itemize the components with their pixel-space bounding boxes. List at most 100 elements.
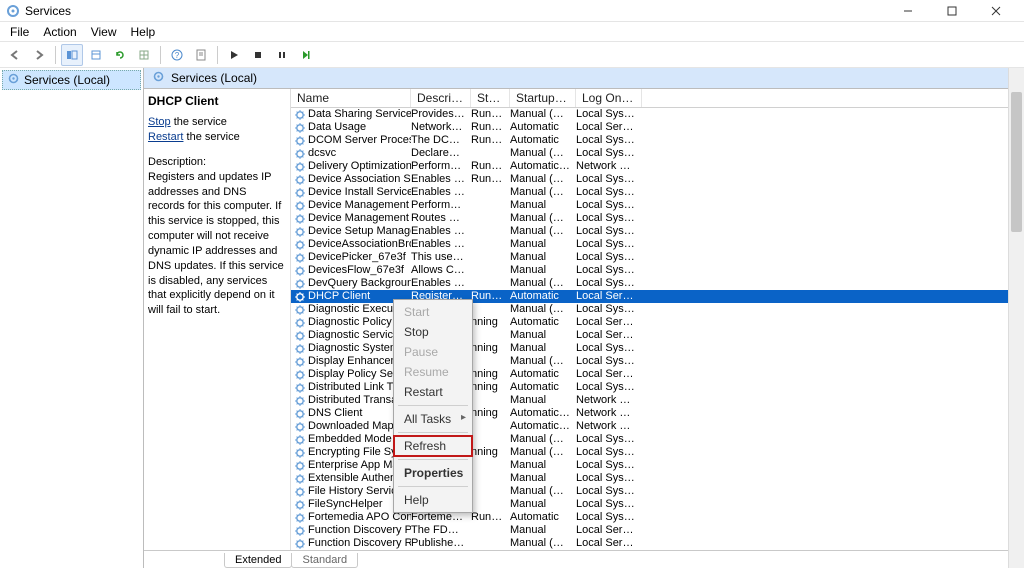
service-description: Enables a co... — [411, 186, 471, 199]
refresh-button[interactable] — [109, 44, 131, 66]
vertical-scrollbar[interactable] — [1008, 68, 1024, 568]
tab-standard[interactable]: Standard — [291, 553, 358, 568]
service-row[interactable]: Device Install ServiceEnables a co...Man… — [291, 186, 1024, 199]
service-name: Device Management Wireles... — [308, 212, 411, 225]
service-status — [471, 186, 510, 199]
stop-service-button[interactable] — [247, 44, 269, 66]
service-name: Delivery Optimization — [308, 160, 411, 173]
service-log-on-as: Local System — [576, 511, 642, 524]
service-gear-icon — [293, 355, 306, 368]
service-status: nning — [471, 446, 510, 459]
cm-refresh[interactable]: Refresh — [394, 436, 472, 456]
service-row[interactable]: Device Management Enroll...Performs De..… — [291, 199, 1024, 212]
service-row[interactable]: dcsvcDeclared Co...Manual (Trigg...Local… — [291, 147, 1024, 160]
service-status: nning — [471, 381, 510, 394]
service-startup-type: Manual — [510, 342, 576, 355]
service-log-on-as: Local System — [576, 212, 642, 225]
col-startup-type[interactable]: Startup Type — [510, 89, 576, 107]
service-gear-icon — [293, 212, 306, 225]
restart-service-link[interactable]: Restart — [148, 131, 183, 143]
service-status — [471, 394, 510, 407]
service-name: FileSyncHelper — [308, 498, 383, 511]
service-row[interactable]: Function Discovery Provider ...The FDPHO… — [291, 524, 1024, 537]
service-gear-icon — [293, 368, 306, 381]
col-log-on-as[interactable]: Log On As — [576, 89, 642, 107]
service-name: Data Usage — [308, 121, 366, 134]
service-status: Running — [471, 108, 510, 121]
menu-view[interactable]: View — [85, 23, 123, 41]
service-description: Allows Conn... — [411, 264, 471, 277]
service-row[interactable]: Delivery OptimizationPerforms co...Runni… — [291, 160, 1024, 173]
export-list-button[interactable] — [85, 44, 107, 66]
pane-header-icon — [152, 70, 165, 86]
service-row[interactable]: DevQuery Background Disc...Enables app..… — [291, 277, 1024, 290]
menu-help[interactable]: Help — [125, 23, 162, 41]
service-row[interactable]: Data Sharing ServiceProvides dat...Runni… — [291, 108, 1024, 121]
properties-button[interactable] — [190, 44, 212, 66]
service-row[interactable]: Device Setup ManagerEnables the ...Manua… — [291, 225, 1024, 238]
service-status: nning — [471, 342, 510, 355]
service-row[interactable]: DCOM Server Process Launc...The DCOMl...… — [291, 134, 1024, 147]
service-row[interactable]: Device Management Wireles...Routes Wirel… — [291, 212, 1024, 225]
col-description[interactable]: Description — [411, 89, 471, 107]
service-description: Enables app... — [411, 238, 471, 251]
tree-root-services-local[interactable]: Services (Local) — [2, 70, 141, 90]
service-log-on-as: Local System — [576, 381, 642, 394]
cm-restart[interactable]: Restart — [394, 382, 472, 402]
service-row[interactable]: Device Association ServiceEnables pairi.… — [291, 173, 1024, 186]
service-gear-icon — [293, 277, 306, 290]
nav-back-button[interactable] — [4, 44, 26, 66]
cm-all-tasks[interactable]: All Tasks — [394, 409, 472, 429]
cm-stop[interactable]: Stop — [394, 322, 472, 342]
service-startup-type: Manual (Trigg... — [510, 147, 576, 160]
service-status: Running — [471, 160, 510, 173]
export-button[interactable] — [133, 44, 155, 66]
close-button[interactable] — [974, 0, 1018, 22]
minimize-button[interactable] — [886, 0, 930, 22]
service-status — [471, 199, 510, 212]
service-status — [471, 303, 510, 316]
tab-extended[interactable]: Extended — [224, 553, 292, 568]
service-startup-type: Manual (Trigg... — [510, 108, 576, 121]
service-description: Enables app... — [411, 277, 471, 290]
service-gear-icon — [293, 225, 306, 238]
cm-separator — [398, 405, 468, 406]
menu-action[interactable]: Action — [37, 23, 82, 41]
service-row[interactable]: DevicesFlow_67e3fAllows Conn...ManualLoc… — [291, 264, 1024, 277]
service-status — [471, 147, 510, 160]
pause-service-button[interactable] — [271, 44, 293, 66]
service-name: DNS Client — [308, 407, 362, 420]
service-gear-icon — [293, 251, 306, 264]
service-description: Performs De... — [411, 199, 471, 212]
service-row[interactable]: DevicePicker_67e3fThis user ser...Manual… — [291, 251, 1024, 264]
scrollbar-thumb[interactable] — [1011, 92, 1022, 232]
stop-service-link[interactable]: Stop — [148, 116, 171, 128]
menu-file[interactable]: File — [4, 23, 35, 41]
service-startup-type: Manual (Trigg... — [510, 303, 576, 316]
help-button[interactable]: ? — [166, 44, 188, 66]
service-status: Running — [471, 511, 510, 524]
service-status — [471, 420, 510, 433]
service-name: DCOM Server Process Launc... — [308, 134, 411, 147]
right-pane: Services (Local) DHCP Client Stop the se… — [144, 68, 1024, 568]
start-service-button[interactable] — [223, 44, 245, 66]
service-row[interactable]: DeviceAssociationBroker_67...Enables app… — [291, 238, 1024, 251]
service-startup-type: Manual — [510, 238, 576, 251]
show-hide-tree-button[interactable] — [61, 44, 83, 66]
service-startup-type: Manual (Trigg... — [510, 485, 576, 498]
cm-help[interactable]: Help — [394, 490, 472, 510]
col-name[interactable]: Name — [291, 89, 411, 107]
service-gear-icon — [293, 420, 306, 433]
service-log-on-as: Local Service — [576, 329, 642, 342]
maximize-button[interactable] — [930, 0, 974, 22]
service-startup-type: Manual — [510, 459, 576, 472]
cm-separator — [398, 459, 468, 460]
col-status[interactable]: Status — [471, 89, 510, 107]
service-status — [471, 472, 510, 485]
service-status — [471, 485, 510, 498]
service-row[interactable]: Data UsageNetwork dat...RunningAutomatic… — [291, 121, 1024, 134]
restart-service-button[interactable] — [295, 44, 317, 66]
cm-properties[interactable]: Properties — [394, 463, 472, 483]
service-gear-icon — [293, 329, 306, 342]
nav-forward-button[interactable] — [28, 44, 50, 66]
